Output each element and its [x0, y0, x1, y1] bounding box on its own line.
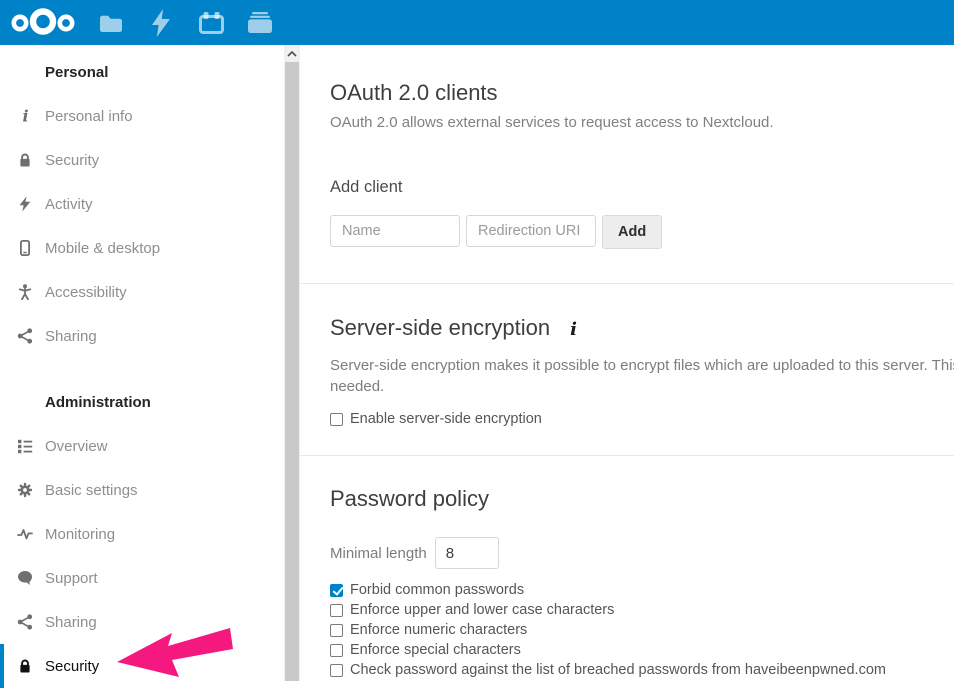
sidebar-item-sharing-personal[interactable]: Sharing — [0, 314, 284, 358]
enable-encryption-checkbox-row[interactable]: Enable server-side encryption — [330, 411, 954, 427]
sidebar-item-label: Accessibility — [45, 284, 127, 301]
password-policy-checkboxes: Forbid common passwords Enforce upper an… — [330, 580, 954, 680]
enforce-numeric-row[interactable]: Enforce numeric characters — [330, 620, 954, 640]
oauth-title: OAuth 2.0 clients — [330, 81, 954, 105]
oauth-section: OAuth 2.0 clients OAuth 2.0 allows exter… — [300, 45, 954, 283]
phone-icon — [17, 240, 33, 256]
sidebar-item-label: Support — [45, 570, 98, 587]
add-client-form: Add — [330, 215, 954, 249]
sidebar-heading-personal: Personal — [0, 50, 284, 94]
checkbox-label: Enforce numeric characters — [350, 622, 527, 638]
activity-app-icon[interactable] — [147, 0, 175, 45]
sidebar-item-label: Monitoring — [45, 526, 115, 543]
forbid-common-passwords-row[interactable]: Forbid common passwords — [330, 580, 954, 600]
chevron-up-icon — [287, 51, 297, 57]
checkbox[interactable] — [330, 624, 343, 637]
password-policy-section: Password policy Minimal length Forbid co… — [300, 455, 954, 680]
checkbox[interactable] — [330, 584, 343, 597]
add-client-button[interactable]: Add — [602, 215, 662, 249]
checkbox[interactable] — [330, 413, 343, 426]
sidebar-item-support[interactable]: Support — [0, 556, 284, 600]
checkbox-label: Check password against the list of breac… — [350, 662, 886, 678]
chat-icon — [17, 570, 33, 586]
list-icon — [17, 438, 33, 454]
checkbox-label: Enforce upper and lower case characters — [350, 602, 614, 618]
add-client-label: Add client — [330, 177, 954, 198]
minimal-length-row: Minimal length — [330, 537, 954, 569]
sidebar-item-label: Basic settings — [45, 482, 138, 499]
oauth-description: OAuth 2.0 allows external services to re… — [330, 114, 954, 131]
client-name-input[interactable] — [330, 215, 460, 247]
accessibility-icon — [17, 284, 33, 300]
enforce-special-row[interactable]: Enforce special characters — [330, 640, 954, 660]
sidebar-item-security-admin[interactable]: Security — [0, 644, 284, 688]
deck-app-icon[interactable] — [246, 0, 274, 45]
nextcloud-logo[interactable] — [11, 8, 75, 36]
scrollbar-thumb[interactable] — [285, 62, 299, 681]
sidebar-item-accessibility[interactable]: Accessibility — [0, 270, 284, 314]
encryption-section: Server-side encryptioni Server-side encr… — [300, 283, 954, 455]
checkbox[interactable] — [330, 644, 343, 657]
scroll-up-button[interactable] — [284, 45, 300, 62]
info-icon: i — [17, 108, 33, 124]
checkbox-label: Forbid common passwords — [350, 582, 524, 598]
sidebar-item-label: Sharing — [45, 328, 97, 345]
sidebar-item-label: Security — [45, 658, 99, 675]
checkbox-label: Enable server-side encryption — [350, 411, 542, 427]
sidebar-item-security-personal[interactable]: Security — [0, 138, 284, 182]
sidebar-item-activity[interactable]: Activity — [0, 182, 284, 226]
sidebar-item-label: Security — [45, 152, 99, 169]
share-icon — [17, 328, 33, 344]
minimal-length-label: Minimal length — [330, 545, 427, 562]
top-header — [0, 0, 954, 45]
sidebar-item-overview[interactable]: Overview — [0, 424, 284, 468]
pulse-icon — [17, 526, 33, 542]
minimal-length-input[interactable] — [435, 537, 499, 569]
gear-icon — [17, 482, 33, 498]
encryption-title: Server-side encryptioni — [330, 316, 954, 342]
sidebar-item-basic-settings[interactable]: Basic settings — [0, 468, 284, 512]
info-icon[interactable]: i — [570, 319, 577, 340]
sidebar-item-label: Overview — [45, 438, 108, 455]
share-icon — [17, 614, 33, 630]
sidebar-heading-administration: Administration — [0, 380, 284, 424]
check-haveibeenpwned-row[interactable]: Check password against the list of breac… — [330, 660, 954, 680]
sidebar-item-personal-info[interactable]: i Personal info — [0, 94, 284, 138]
encryption-description-line2: needed. — [330, 376, 954, 397]
settings-sidebar: Personal i Personal info Security Activi… — [0, 45, 284, 681]
sidebar-item-label: Sharing — [45, 614, 97, 631]
password-policy-title: Password policy — [330, 487, 954, 511]
encryption-description-line1: Server-side encryption makes it possible… — [330, 355, 954, 376]
security-settings-content: OAuth 2.0 clients OAuth 2.0 allows exter… — [300, 45, 954, 680]
sidebar-item-monitoring[interactable]: Monitoring — [0, 512, 284, 556]
sidebar-item-label: Mobile & desktop — [45, 240, 160, 257]
checkbox[interactable] — [330, 604, 343, 617]
sidebar-item-label: Personal info — [45, 108, 133, 125]
lightning-icon — [17, 196, 33, 212]
svg-text:i: i — [22, 108, 28, 124]
files-app-icon[interactable] — [97, 0, 125, 45]
checkbox[interactable] — [330, 664, 343, 677]
sidebar-item-sharing-admin[interactable]: Sharing — [0, 600, 284, 644]
calendar-app-icon[interactable] — [197, 0, 225, 45]
sidebar-item-mobile-desktop[interactable]: Mobile & desktop — [0, 226, 284, 270]
sidebar-item-label: Activity — [45, 196, 93, 213]
enforce-upper-lower-row[interactable]: Enforce upper and lower case characters — [330, 600, 954, 620]
lock-icon — [17, 152, 33, 168]
checkbox-label: Enforce special characters — [350, 642, 521, 658]
lock-icon — [17, 658, 33, 674]
redirection-uri-input[interactable] — [466, 215, 596, 247]
sidebar-scrollbar[interactable] — [284, 45, 300, 681]
